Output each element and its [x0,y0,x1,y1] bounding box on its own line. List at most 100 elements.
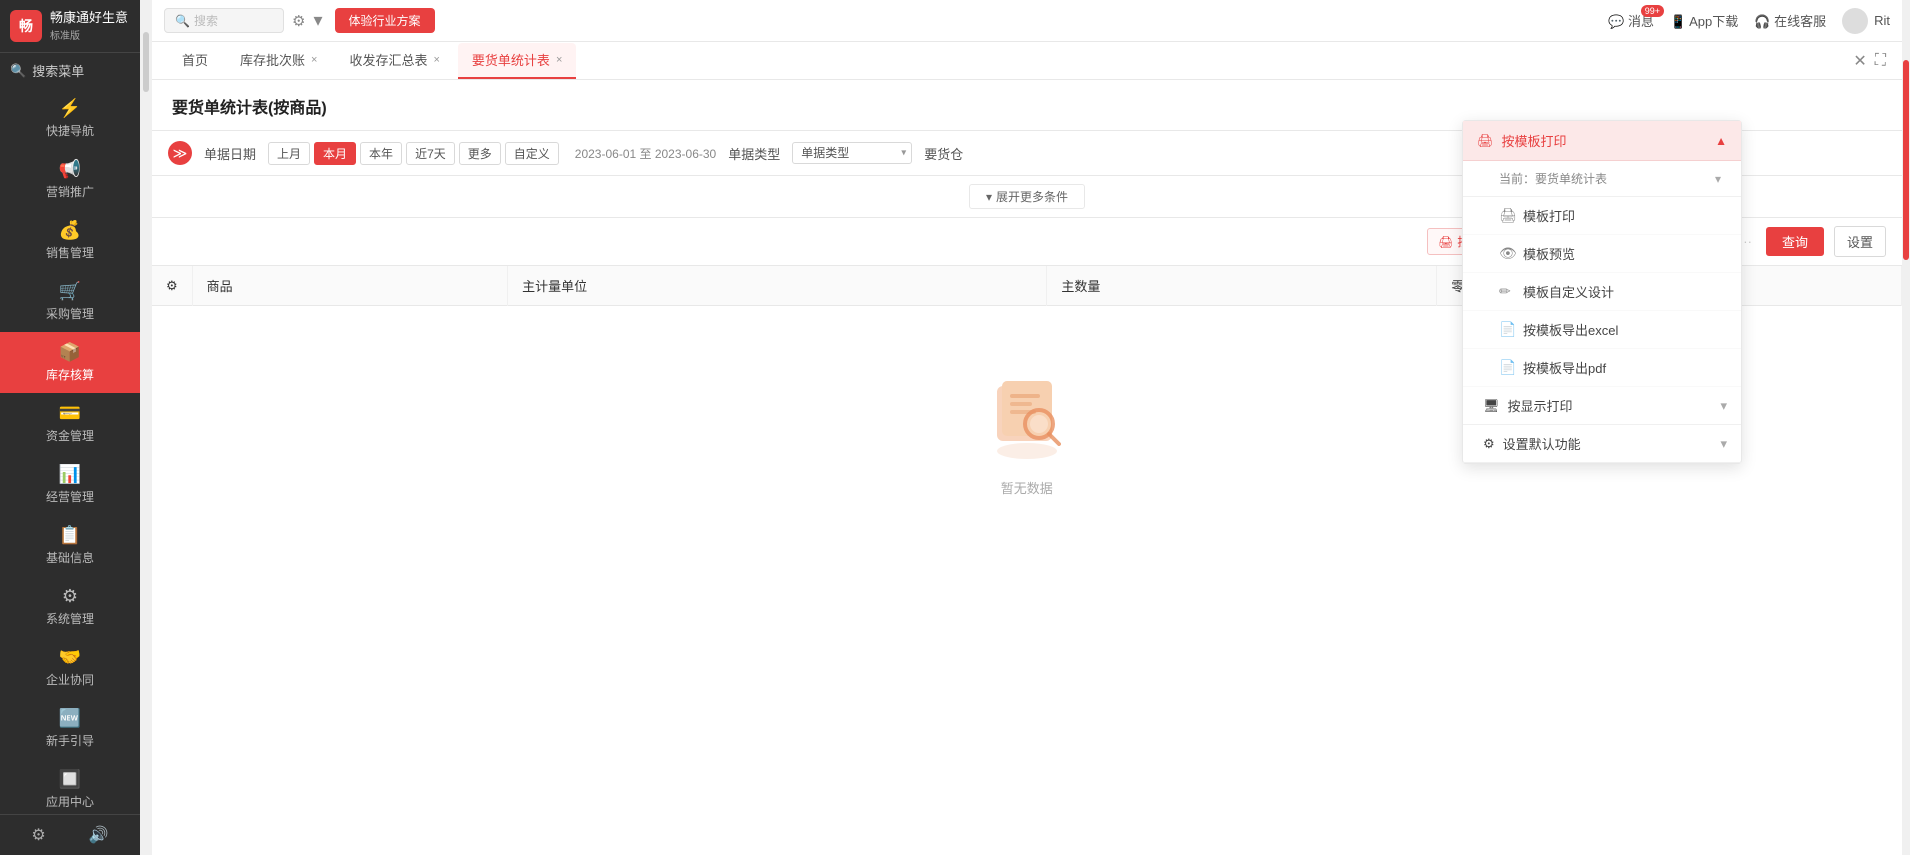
nav-icon-quick-nav: ⚡ [59,98,81,119]
nav-icon-operations: 📊 [59,464,81,485]
page-content: 要货单统计表(按商品) ≫ 单据日期 上月 本月 本年 近7天 更多 自定义 2… [152,80,1902,855]
right-scrollbar[interactable] [1902,0,1910,855]
audio-icon[interactable]: 🔊 [89,825,109,845]
online-service-btn[interactable]: 🎧 在线客服 [1754,11,1826,30]
date-btn-more[interactable]: 更多 [459,142,501,165]
sidebar-item-purchase[interactable]: 🛒采购管理 [0,271,140,332]
print-section-set-default[interactable]: ⚙ 设置默认功能 ▾ [1463,425,1741,463]
sidebar-item-app-center[interactable]: 🔲 应用中心 [0,759,140,814]
sidebar-item-quick-nav[interactable]: ⚡快捷导航 [0,88,140,149]
template-design-icon: ✏ [1499,283,1515,300]
tab-order-stats[interactable]: 要货单统计表 × [458,43,576,79]
nav-label-marketing: 营销推广 [46,183,94,200]
topbar: 🔍 搜索 ⚙ ▾ 体验行业方案 💬 消息 99+ 📱 App下载 🎧 在线客服 … [152,0,1902,42]
col-settings-icon[interactable]: ⚙ [166,278,178,293]
settings-icon[interactable]: ⚙ [31,825,45,845]
date-btn-last-month[interactable]: 上月 [268,142,310,165]
date-btn-this-year[interactable]: 本年 [360,142,402,165]
print-section-display-print[interactable]: 🖥 按显示打印 ▾ [1463,387,1741,425]
sidebar-item-system[interactable]: ⚙系统管理 [0,576,140,637]
sidebar-search[interactable]: 🔍 搜索菜单 [0,53,140,88]
username-label: Rit [1874,13,1890,28]
nav-label-inventory: 库存核算 [46,366,94,383]
print-item-export-excel[interactable]: 📄 按模板导出excel [1463,311,1741,349]
sidebar-item-basic-info[interactable]: 📋基础信息 [0,515,140,576]
search-label: 搜索菜单 [32,61,84,80]
topbar-right: 💬 消息 99+ 📱 App下载 🎧 在线客服 Rit [1608,8,1890,34]
tab-receipt-summary-label: 收发存汇总表 [349,50,427,69]
tab-inventory-batch-close[interactable]: × [311,54,317,66]
tab-inventory-batch[interactable]: 库存批次账 × [226,43,331,79]
trial-btn[interactable]: 体验行业方案 [335,8,435,33]
order-type-select-wrap: 单据类型 [792,142,912,164]
expand-more-icon: ▾ [986,190,992,204]
sidebar-item-operations[interactable]: 📊经营管理 [0,454,140,515]
user-avatar[interactable]: Rit [1842,8,1890,34]
order-type-select[interactable]: 单据类型 [792,142,912,164]
expand-more-label: 展开更多条件 [996,188,1068,205]
template-design-label: 模板自定义设计 [1523,282,1614,301]
tab-maximize-icon[interactable]: ⛶ [1875,52,1886,70]
topbar-search[interactable]: 🔍 搜索 [164,8,284,33]
settings-btn[interactable]: 设置 [1834,226,1886,257]
col-product: 商品 [192,266,508,306]
filter-expand-btn[interactable]: ≫ [168,141,192,165]
page-title: 要货单统计表(按商品) [172,94,1882,118]
print-dropdown-header-label: 按模板打印 [1502,131,1567,150]
nav-icon-app-center: 🔲 [59,769,81,790]
sidebar-item-sales[interactable]: 💰销售管理 [0,210,140,271]
display-print-arrow: ▾ [1720,398,1727,414]
sidebar-nav: ⚡快捷导航📢营销推广💰销售管理🛒采购管理📦库存核算💳资金管理📊经营管理📋基础信息… [0,88,140,814]
service-label: 在线客服 [1774,14,1826,29]
print-item-export-pdf[interactable]: 📄 按模板导出pdf [1463,349,1741,387]
template-print-icon: 🖨 [1499,207,1515,224]
print-item-template-preview[interactable]: 👁 模板预览 [1463,235,1741,273]
tab-receipt-summary-close[interactable]: × [433,54,439,66]
print-dropdown-header-icon: 🖨 [1477,133,1494,149]
topbar-gear-icon[interactable]: ⚙ [292,12,305,30]
sidebar-item-finance[interactable]: 💳资金管理 [0,393,140,454]
tab-receipt-summary[interactable]: 收发存汇总表 × [335,43,453,79]
template-print-label: 模板打印 [1523,206,1575,225]
expand-more-btn[interactable]: ▾ 展开更多条件 [969,184,1085,209]
sidebar-item-enterprise[interactable]: 🤝企业协同 [0,637,140,698]
print-item-template-print[interactable]: 🖨 模板打印 [1463,197,1741,235]
template-preview-icon: 👁 [1499,245,1515,262]
empty-text: 暂无数据 [1001,478,1053,497]
message-btn[interactable]: 💬 消息 99+ [1608,11,1654,30]
warehouse-label: 要货仓 [924,144,963,163]
topbar-dropdown-icon[interactable]: ▾ [313,10,322,31]
nav-icon-sales: 💰 [59,220,81,241]
date-btn-custom[interactable]: 自定义 [505,142,559,165]
tab-close-all-icon[interactable]: ✕ [1853,51,1866,71]
sidebar-item-inventory[interactable]: 📦库存核算 [0,332,140,393]
set-default-arrow: ▾ [1720,436,1727,452]
print-icon: 🖨 [1438,235,1453,249]
tabs-actions: ✕ ⛶ [1853,51,1886,71]
main-area: 🔍 搜索 ⚙ ▾ 体验行业方案 💬 消息 99+ 📱 App下载 🎧 在线客服 … [152,0,1902,855]
print-dropdown-header[interactable]: 🖨 按模板打印 ▲ [1463,121,1741,161]
sidebar-item-marketing[interactable]: 📢营销推广 [0,149,140,210]
print-item-template-design[interactable]: ✏ 模板自定义设计 [1463,273,1741,311]
date-buttons: 上月 本月 本年 近7天 更多 自定义 [268,142,559,165]
nav-label-app-center: 应用中心 [46,793,94,810]
order-type-label: 单据类型 [728,144,780,163]
app-download-btn[interactable]: 📱 App下载 [1670,11,1738,30]
sidebar-scrollbar[interactable] [140,0,152,855]
empty-icon [977,366,1077,466]
print-dropdown-current[interactable]: 当前：要货单统计表 ▾ [1463,161,1741,197]
display-print-icon: 🖥 [1483,398,1500,414]
nav-icon-enterprise: 🤝 [59,647,81,668]
print-dropdown: 🖨 按模板打印 ▲ 当前：要货单统计表 ▾ 🖨 模板打印 👁 模板预览 ✏ 模板… [1462,120,1742,464]
nav-label-system: 系统管理 [46,610,94,627]
date-btn-7days[interactable]: 近7天 [406,142,455,165]
query-btn[interactable]: 查询 [1766,227,1824,256]
tab-home[interactable]: 首页 [168,43,222,79]
print-dropdown-collapse-icon[interactable]: ▲ [1715,134,1727,148]
sidebar-item-guide[interactable]: 🆕新手引导 [0,698,140,759]
nav-icon-finance: 💳 [59,403,81,424]
date-btn-this-month[interactable]: 本月 [314,142,356,165]
tab-order-stats-close[interactable]: × [556,54,562,66]
tab-order-stats-label: 要货单统计表 [472,50,550,69]
col-settings[interactable]: ⚙ [152,266,192,306]
